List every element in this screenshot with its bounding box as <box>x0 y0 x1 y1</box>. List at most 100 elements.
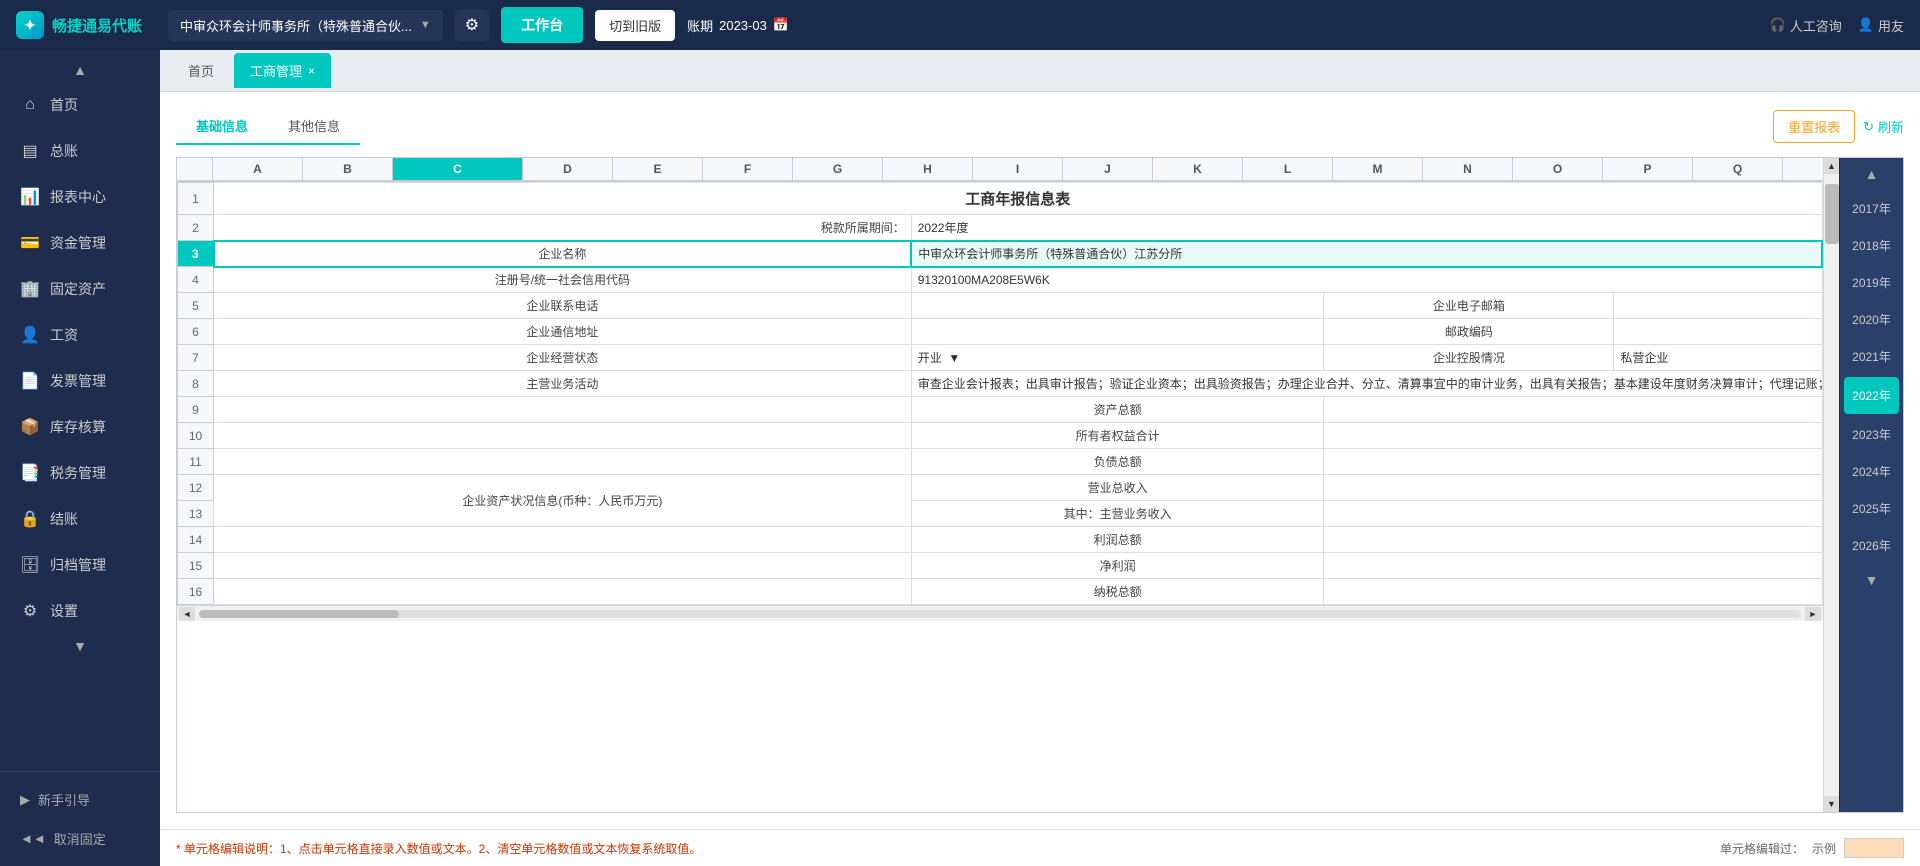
sidebar-item-tax-label: 税务管理 <box>50 463 106 483</box>
refresh-button[interactable]: ↻ 刷新 <box>1863 117 1904 136</box>
main-layout: ▲ ⌂ 首页 ▤ 总账 📊 报表中心 💳 资金管理 🏢 固定资产 👤 工资 📄 … <box>0 50 1920 866</box>
sheet-table: 1 工商年报信息表 2 税款所属期间： 2022年度 3 企业名称 <box>177 182 1823 605</box>
cell-1-title[interactable]: 工商年报信息表 <box>214 183 1823 215</box>
table-row: 6 企业通信地址 邮政编码 <box>178 319 1823 345</box>
toolbar-right: 重置报表 ↻ 刷新 <box>1773 110 1904 143</box>
table-row: 16 纳税总额 <box>178 579 1823 605</box>
vscroll-thumb[interactable] <box>1825 184 1839 244</box>
col-header-o: O <box>1513 158 1603 180</box>
tab-close-button[interactable]: × <box>308 64 315 78</box>
reset-report-button[interactable]: 重置报表 <box>1773 110 1855 143</box>
cell-10-equity-value[interactable] <box>1324 423 1822 449</box>
hscroll-left-arrow[interactable]: ◄ <box>179 607 195 621</box>
period-display: 账期 2023-03 📅 <box>687 16 789 35</box>
sidebar-item-unpin[interactable]: ◄◄ 取消固定 <box>0 819 160 858</box>
year-item-2024[interactable]: 2024年 <box>1840 453 1903 490</box>
year-item-2025[interactable]: 2025年 <box>1840 490 1903 527</box>
cell-9-empty <box>214 397 912 423</box>
bottom-bar-right: 单元格编辑过： 示例 <box>1720 838 1904 858</box>
year-item-2021[interactable]: 2021年 <box>1840 338 1903 375</box>
cell-11-empty <box>214 449 912 475</box>
cell-9-assets-value[interactable] <box>1324 397 1822 423</box>
calendar-icon[interactable]: 📅 <box>773 17 789 33</box>
tab-other-info[interactable]: 其他信息 <box>268 108 360 145</box>
horizontal-scrollbar[interactable]: ◄ ► <box>177 605 1823 621</box>
cell-15-net-profit-value[interactable] <box>1324 553 1822 579</box>
table-row: 8 主营业务活动 审查企业会计报表；出具审计报告；验证企业资本；出具验资报告；办… <box>178 371 1823 397</box>
year-item-2018[interactable]: 2018年 <box>1840 227 1903 264</box>
hscroll-thumb[interactable] <box>199 610 399 618</box>
cell-5-phone-value[interactable] <box>911 293 1324 319</box>
sidebar-bottom: ▶ 新手引导 ◄◄ 取消固定 <box>0 771 160 866</box>
year-panel-down-arrow[interactable]: ▼ <box>1840 564 1903 596</box>
vscroll-down-arrow[interactable]: ▼ <box>1824 796 1839 812</box>
sidebar-item-fund[interactable]: 💳 资金管理 <box>0 220 160 266</box>
vscroll-track[interactable] <box>1824 174 1839 796</box>
cell-16-tax-value[interactable] <box>1324 579 1822 605</box>
cell-14-profit-value[interactable] <box>1324 527 1822 553</box>
tab-business[interactable]: 工商管理 × <box>234 53 331 88</box>
cell-7-status-value[interactable]: 开业 ▼ <box>911 345 1324 371</box>
col-header-g: G <box>793 158 883 180</box>
sidebar-scroll-up[interactable]: ▲ <box>0 58 160 82</box>
sub-tabs: 基础信息 其他信息 <box>176 108 360 145</box>
switch-version-button[interactable]: 切到旧版 <box>595 10 675 41</box>
year-item-2026[interactable]: 2026年 <box>1840 527 1903 564</box>
hscroll-track[interactable] <box>199 610 1801 618</box>
sidebar-scroll-down[interactable]: ▼ <box>0 634 160 658</box>
company-settings-button[interactable]: ⚙ <box>455 9 489 41</box>
row-num-8: 8 <box>178 371 214 397</box>
cell-2-period-label: 税款所属期间： <box>214 215 912 241</box>
cell-4-reg-value[interactable]: 91320100MA208E5W6K <box>911 267 1822 293</box>
cell-7-holding-value[interactable]: 私营企业 <box>1614 345 1822 371</box>
tab-home[interactable]: 首页 <box>172 53 230 88</box>
cell-5-email-value[interactable] <box>1614 293 1822 319</box>
topbar: ✦ 畅捷通易代账 中审众环会计师事务所（特殊普通合伙... ▼ ⚙ 工作台 切到… <box>0 0 1920 50</box>
spreadsheet-main[interactable]: A B C D E F G H I J K L M N O <box>177 158 1823 812</box>
cell-13-main-revenue-value[interactable] <box>1324 501 1822 527</box>
hscroll-right-arrow[interactable]: ► <box>1805 607 1821 621</box>
cell-edit-hint: * 单元格编辑说明：1、点击单元格直接录入数值或文本。2、清空单元格数值或文本恢… <box>176 840 701 857</box>
year-item-2023[interactable]: 2023年 <box>1840 416 1903 453</box>
cell-6-addr-value[interactable] <box>911 319 1324 345</box>
cell-12-revenue-value[interactable] <box>1324 475 1822 501</box>
sidebar-item-tax[interactable]: 📑 税务管理 <box>0 450 160 496</box>
fund-icon: 💳 <box>20 233 40 253</box>
row-num-13: 13 <box>178 501 214 527</box>
table-row: 2 税款所属期间： 2022年度 <box>178 215 1823 241</box>
cell-2-period-value[interactable]: 2022年度 <box>911 215 1822 241</box>
sidebar-item-guide[interactable]: ▶ 新手引导 <box>0 780 160 819</box>
sidebar-item-settings[interactable]: ⚙ 设置 <box>0 588 160 634</box>
sidebar-item-report[interactable]: 📊 报表中心 <box>0 174 160 220</box>
vertical-scrollbar[interactable]: ▲ ▼ <box>1823 158 1839 812</box>
table-row: 12 企业资产状况信息(币种：人民币万元) 营业总收入 <box>178 475 1823 501</box>
sidebar-item-archive[interactable]: 🗄 归档管理 <box>0 542 160 588</box>
vscroll-up-arrow[interactable]: ▲ <box>1824 158 1839 174</box>
row-num-2: 2 <box>178 215 214 241</box>
sidebar-item-salary[interactable]: 👤 工资 <box>0 312 160 358</box>
cell-6-postal-value[interactable] <box>1614 319 1822 345</box>
cell-11-liab-value[interactable] <box>1324 449 1822 475</box>
workbench-button[interactable]: 工作台 <box>501 7 583 43</box>
year-panel-up-arrow[interactable]: ▲ <box>1840 158 1903 190</box>
sidebar-item-invoice[interactable]: 📄 发票管理 <box>0 358 160 404</box>
user-avatar[interactable]: 👤 用友 <box>1858 16 1904 35</box>
tab-basic-info[interactable]: 基础信息 <box>176 108 268 145</box>
company-selector[interactable]: 中审众环会计师事务所（特殊普通合伙... ▼ <box>168 10 443 41</box>
cell-7-status-label: 企业经营状态 <box>214 345 912 371</box>
ai-service-button[interactable]: 🎧 人工咨询 <box>1770 16 1842 35</box>
year-item-2017[interactable]: 2017年 <box>1840 190 1903 227</box>
cell-12-revenue-label: 营业总收入 <box>911 475 1324 501</box>
year-item-2019[interactable]: 2019年 <box>1840 264 1903 301</box>
sidebar-item-inventory[interactable]: 📦 库存核算 <box>0 404 160 450</box>
cell-8-activity-value[interactable]: 审查企业会计报表；出具审计报告；验证企业资本；出具验资报告；办理企业合并、分立、… <box>911 371 1822 397</box>
sidebar-item-ledger[interactable]: ▤ 总账 <box>0 128 160 174</box>
col-header-n: N <box>1423 158 1513 180</box>
year-item-2020[interactable]: 2020年 <box>1840 301 1903 338</box>
year-item-2022[interactable]: 2022年 <box>1844 377 1899 414</box>
cell-6-addr-label: 企业通信地址 <box>214 319 912 345</box>
sidebar-item-asset[interactable]: 🏢 固定资产 <box>0 266 160 312</box>
sidebar-item-close[interactable]: 🔒 结账 <box>0 496 160 542</box>
cell-3-company-value[interactable]: 中审众环会计师事务所（特殊普通合伙）江苏分所 <box>911 241 1822 267</box>
sidebar-item-home[interactable]: ⌂ 首页 <box>0 82 160 128</box>
